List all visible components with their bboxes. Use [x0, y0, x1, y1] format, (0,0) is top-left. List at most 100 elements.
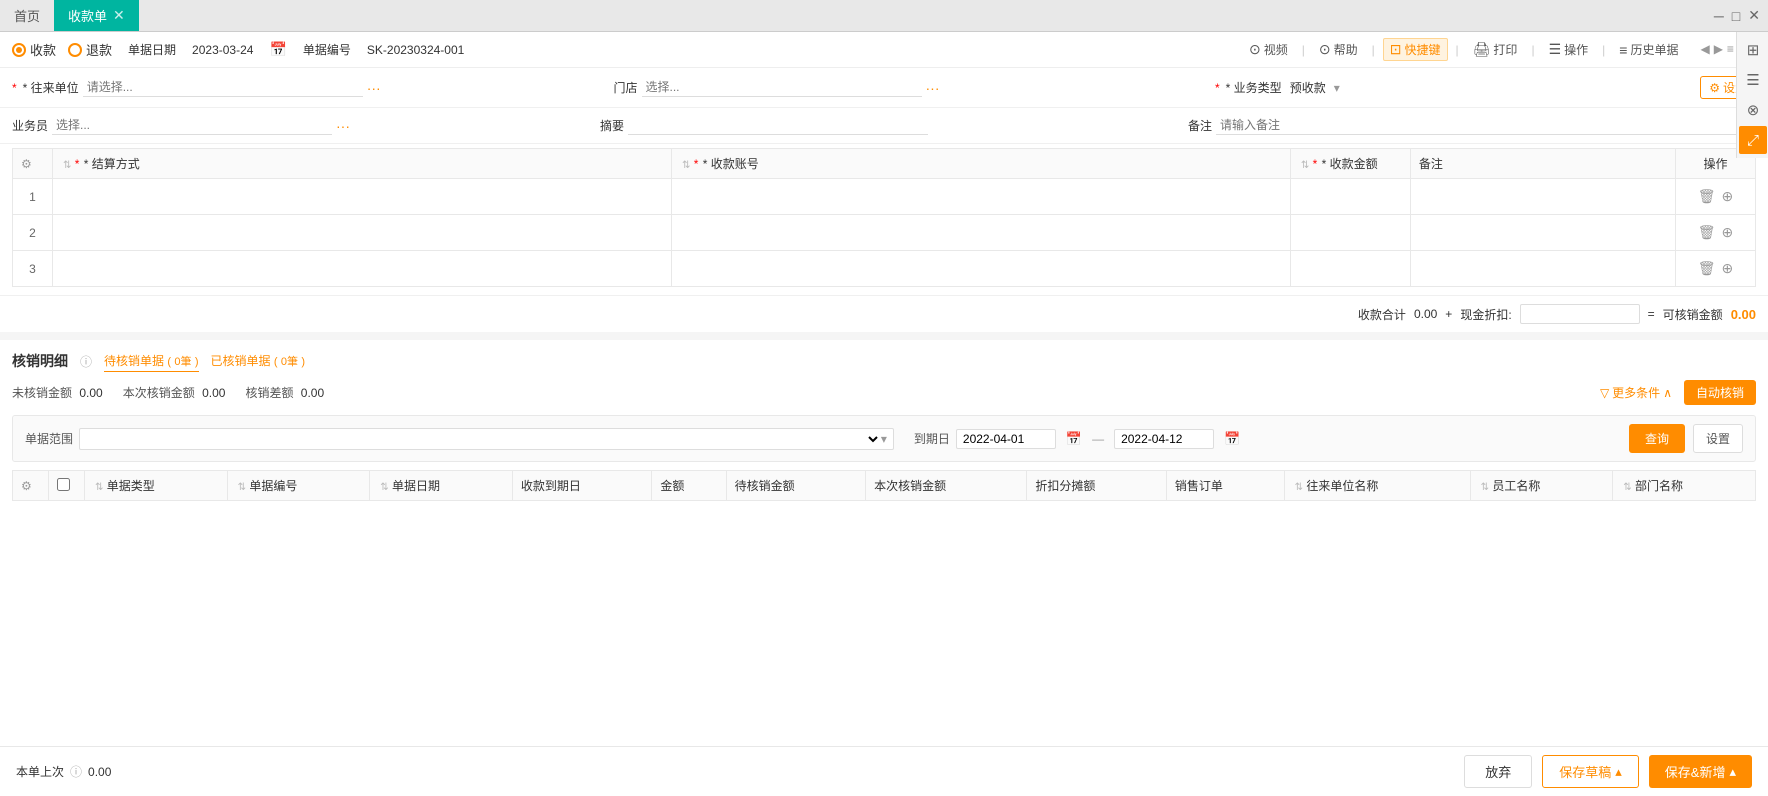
print-label: 打印: [1493, 41, 1517, 58]
date-from-icon[interactable]: 📅: [1066, 431, 1082, 447]
staff-input[interactable]: [52, 116, 332, 135]
pending-tab-label: 待核销单据: [104, 354, 164, 368]
bottom-settings-icon[interactable]: ⚙: [21, 479, 32, 493]
close-icon[interactable]: ✕: [1748, 7, 1760, 24]
help-btn[interactable]: ⊙ 帮助: [1313, 39, 1364, 60]
range-select[interactable]: [86, 431, 881, 447]
date-from-input[interactable]: [956, 429, 1056, 449]
auto-reconcile-btn[interactable]: 自动核销: [1684, 380, 1756, 405]
select-all-checkbox[interactable]: [57, 478, 70, 491]
copy-row-3-icon[interactable]: ⊕: [1722, 260, 1734, 277]
settlement-cell-1[interactable]: [53, 179, 672, 215]
video-btn[interactable]: ⊙ 视频: [1243, 39, 1294, 60]
tab-close-icon[interactable]: ✕: [113, 7, 125, 24]
account-cell-3[interactable]: [671, 251, 1290, 287]
date-to-icon[interactable]: 📅: [1224, 431, 1240, 447]
save-draft-label: 保存草稿: [1559, 762, 1611, 781]
copy-row-1-icon[interactable]: ⊕: [1722, 188, 1734, 205]
counterpart-more-btn[interactable]: ···: [367, 80, 381, 96]
delete-row-2-icon[interactable]: 🗑: [1698, 224, 1716, 241]
summary-label: 摘要: [600, 117, 624, 134]
bottom-col-pending: 待核销金额: [726, 471, 865, 501]
amount-cell-3[interactable]: [1290, 251, 1410, 287]
reconcile-search-row: 单据范围 ▾ 到期日 📅 — 📅 查询: [12, 415, 1756, 462]
summary-input[interactable]: [628, 116, 928, 135]
table-settings-icon[interactable]: ⚙: [21, 157, 32, 171]
footer-info-icon[interactable]: ⓘ: [70, 763, 82, 780]
nav-next-icon[interactable]: ▶: [1714, 42, 1723, 58]
shortcut-btn[interactable]: ⊡ 快捷键: [1383, 38, 1448, 61]
sidebar-expand-icon[interactable]: ⤢: [1739, 126, 1767, 154]
receipt-radio[interactable]: 收款: [12, 40, 56, 59]
maximize-icon[interactable]: □: [1732, 8, 1740, 24]
date-value[interactable]: 2023-03-24: [192, 43, 253, 57]
nav-prev-icon[interactable]: ◀: [1700, 42, 1709, 58]
row-num-1: 1: [13, 179, 53, 215]
bottom-col-due-date: 收款到期日: [512, 471, 651, 501]
reconcile-settings-btn[interactable]: 设置: [1693, 424, 1743, 453]
more-filter-btn[interactable]: ▽ 更多条件 ∧: [1600, 384, 1672, 401]
staff-more-btn[interactable]: ···: [336, 118, 350, 134]
tab-receipt[interactable]: 收款单 ✕: [54, 0, 139, 31]
history-btn[interactable]: ≡ 历史单据: [1613, 39, 1684, 60]
account-cell-1[interactable]: [671, 179, 1290, 215]
calendar-icon[interactable]: 📅: [269, 41, 286, 58]
delete-row-1-icon[interactable]: 🗑: [1698, 188, 1716, 205]
store-more-btn[interactable]: ···: [926, 80, 940, 96]
sidebar-link-icon[interactable]: ⊗: [1739, 96, 1767, 124]
minimize-icon[interactable]: ─: [1714, 8, 1724, 24]
amount-cell-1[interactable]: [1290, 179, 1410, 215]
settlement-cell-2[interactable]: [53, 215, 672, 251]
form-row-1: * * 往来单位 ··· 门店 ··· * * 业务类型 预收款 ▾ ⚙ 设置: [0, 68, 1768, 108]
refund-radio[interactable]: 退款: [68, 40, 112, 59]
available-label: 可核销金额: [1663, 306, 1723, 323]
action-cell-2: 🗑 ⊕: [1676, 215, 1756, 251]
reconcile-section: 核销明细 ⓘ 待核销单据 ( 0筆 ) 已核销单据 ( 0筆 ) 未核销金额 0…: [0, 340, 1768, 511]
reconcile-tab-done[interactable]: 已核销单据 ( 0筆 ): [211, 350, 306, 372]
range-select-wrap: ▾: [79, 428, 894, 450]
sidebar-list-icon[interactable]: ☰: [1739, 66, 1767, 94]
remark-input[interactable]: [1216, 116, 1756, 135]
save-draft-btn[interactable]: 保存草稿 ▴: [1542, 755, 1639, 788]
counterpart-input[interactable]: [83, 78, 363, 97]
remark-cell-2[interactable]: [1410, 215, 1675, 251]
col-remark: 备注: [1410, 149, 1675, 179]
abandon-btn[interactable]: 放弃: [1464, 755, 1532, 788]
sidebar-table-icon[interactable]: ⊞: [1739, 36, 1767, 64]
receipt-label: 收款: [30, 40, 56, 59]
query-btn[interactable]: 查询: [1629, 424, 1685, 453]
bottom-col-discount: 折扣分摊额: [1027, 471, 1166, 501]
amount-cell-2[interactable]: [1290, 215, 1410, 251]
biz-type-chevron[interactable]: ▾: [1334, 81, 1340, 95]
form-row-2: 业务员 ··· 摘要 备注: [0, 108, 1768, 144]
pending-tab-close: ): [195, 356, 199, 368]
discount-input[interactable]: [1520, 304, 1640, 324]
remark-cell-3[interactable]: [1410, 251, 1675, 287]
row-num-3: 3: [13, 251, 53, 287]
store-input[interactable]: [642, 78, 922, 97]
settlement-cell-3[interactable]: [53, 251, 672, 287]
range-chevron: ▾: [881, 432, 887, 446]
account-cell-2[interactable]: [671, 215, 1290, 251]
tab-home[interactable]: 首页: [0, 0, 54, 31]
footer-prev-label: 本单上次: [16, 763, 64, 780]
nav-list-icon[interactable]: ≡: [1727, 42, 1734, 58]
stat-unpaid-value: 0.00: [79, 386, 102, 400]
help-icon: ⊙: [1319, 41, 1331, 58]
date-to-input[interactable]: [1114, 429, 1214, 449]
shortcut-icon: ⊡: [1390, 41, 1402, 58]
counterpart-label: * 往来单位: [23, 79, 79, 96]
stat-current-value: 0.00: [202, 386, 225, 400]
operate-btn[interactable]: ☰ 操作: [1543, 39, 1595, 60]
doc-type-radio-group: 收款 退款: [12, 40, 112, 59]
save-new-btn[interactable]: 保存&新增 ▴: [1649, 755, 1752, 788]
remark-cell-1[interactable]: [1410, 179, 1675, 215]
reconcile-tab-pending[interactable]: 待核销单据 ( 0筆 ): [104, 350, 199, 372]
pending-count: 0筆: [174, 356, 191, 368]
print-btn[interactable]: 🖨 打印: [1467, 39, 1524, 60]
reconcile-info-icon[interactable]: ⓘ: [80, 353, 92, 370]
biz-type-label: * 业务类型: [1226, 79, 1282, 96]
copy-row-2-icon[interactable]: ⊕: [1722, 224, 1734, 241]
delete-row-3-icon[interactable]: 🗑: [1698, 260, 1716, 277]
staff-label: 业务员: [12, 117, 48, 134]
